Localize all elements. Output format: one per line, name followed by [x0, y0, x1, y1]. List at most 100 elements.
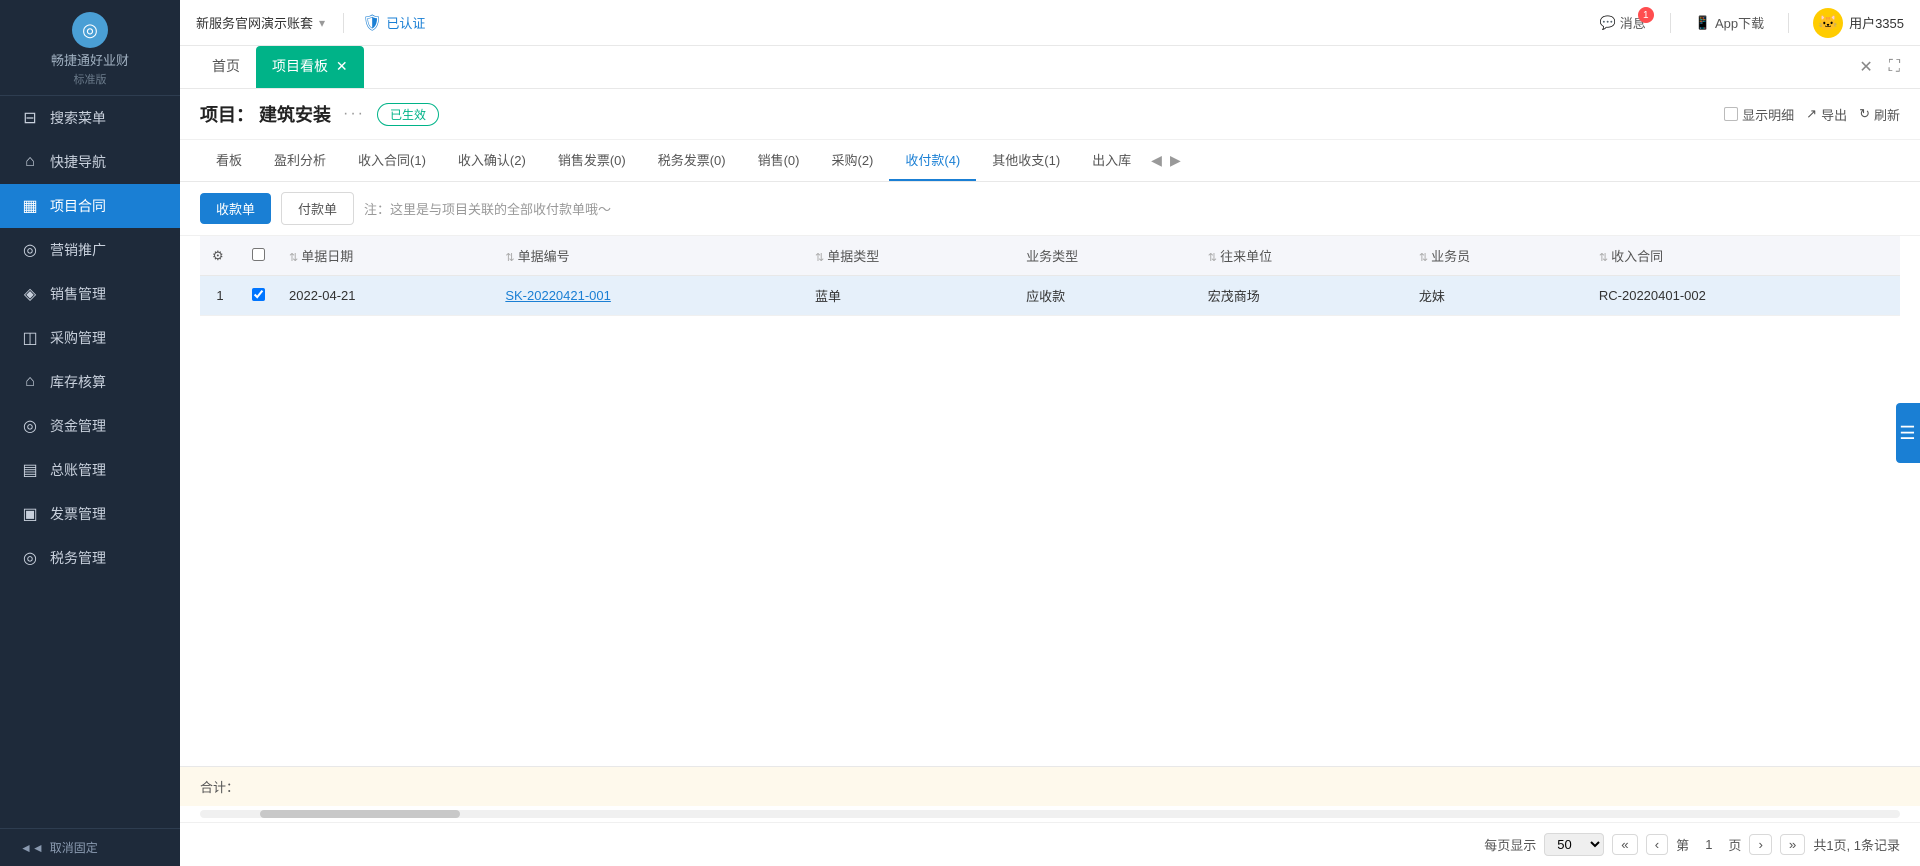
sub-nav-next-arrow[interactable]: ▶ — [1166, 144, 1185, 177]
certified-badge: 🛡 已认证 — [362, 13, 425, 33]
table-area: ⚙ 单据日期 单据编号 单据类型 业务类型 往来单位 业务员 收入合同 — [180, 236, 1920, 766]
sidebar-item-inventory[interactable]: ⌂ 库存核算 — [0, 360, 180, 404]
tab-close-icon[interactable]: ✕ — [336, 58, 348, 74]
sidebar-item-search[interactable]: ⊟ 搜索菜单 — [0, 96, 180, 140]
account-selector[interactable]: 新服务官网演示账套 ▾ — [196, 13, 325, 32]
sub-nav-other-receipt[interactable]: 其他收支(1) — [976, 140, 1076, 181]
pin-label: 取消固定 — [50, 839, 98, 856]
horizontal-scrollbar-thumb[interactable] — [260, 810, 460, 818]
receipt-bill-button[interactable]: 收款单 — [200, 193, 271, 224]
sub-nav-income-contract[interactable]: 收入合同(1) — [342, 140, 442, 181]
select-all-checkbox-header[interactable] — [240, 236, 277, 276]
sidebar-item-quick-nav[interactable]: ⌂ 快捷导航 — [0, 140, 180, 184]
toolbar-note: 注：这里是与项目关联的全部收付款单哦～ — [364, 199, 611, 218]
sidebar-item-purchase-mgmt[interactable]: ◫ 采购管理 — [0, 316, 180, 360]
sidebar-item-sales-mgmt[interactable]: ◈ 销售管理 — [0, 272, 180, 316]
partner-column-header[interactable]: 往来单位 — [1196, 236, 1407, 276]
sidebar-item-label: 采购管理 — [50, 328, 106, 348]
tab-home[interactable]: 首页 — [196, 46, 256, 88]
tab-close-window-button[interactable]: ✕ — [1855, 53, 1876, 81]
row-seq: 1 — [200, 276, 240, 316]
sub-nav-inout[interactable]: 出入库 — [1076, 140, 1147, 181]
sidebar-item-project-contract[interactable]: ▦ 项目合同 — [0, 184, 180, 228]
row-type: 蓝单 — [803, 276, 1014, 316]
horizontal-scrollbar-track[interactable] — [200, 810, 1900, 818]
search-icon: ⊟ — [20, 108, 40, 128]
type-column-header[interactable]: 单据类型 — [803, 236, 1014, 276]
row-number-link[interactable]: SK-20220421-001 — [505, 288, 611, 303]
app-download-button[interactable]: 📱 App下载 — [1695, 13, 1764, 32]
sidebar-item-capital[interactable]: ◎ 资金管理 — [0, 404, 180, 448]
topbar-divider-3 — [1788, 13, 1789, 33]
sidebar-item-ledger[interactable]: ▤ 总账管理 — [0, 448, 180, 492]
page-prefix-label: 第 — [1676, 835, 1689, 854]
sub-nav-receipt[interactable]: 收付款(4) — [889, 140, 976, 181]
phone-icon: 📱 — [1695, 15, 1711, 31]
sidebar-item-marketing[interactable]: ◎ 营销推广 — [0, 228, 180, 272]
first-page-button[interactable]: « — [1612, 834, 1637, 855]
sub-nav-prev-arrow[interactable]: ◀ — [1147, 144, 1166, 177]
page-size-select[interactable]: 50 100 200 — [1544, 833, 1604, 856]
capital-icon: ◎ — [20, 416, 40, 436]
page-content: 项目： 建筑安装 ··· 已生效 显示明细 ↗ 导出 ↻ 刷新 — [180, 89, 1920, 866]
sub-nav-tax-invoice[interactable]: 税务发票(0) — [642, 140, 742, 181]
sidebar-item-tax[interactable]: ◎ 税务管理 — [0, 536, 180, 580]
sidebar-item-invoice[interactable]: ▣ 发票管理 — [0, 492, 180, 536]
sidebar-item-label: 快捷导航 — [50, 152, 106, 172]
inventory-icon: ⌂ — [20, 373, 40, 391]
row-biz-type: 应收款 — [1014, 276, 1196, 316]
pagination: 每页显示 50 100 200 « ‹ 第 1 页 › » 共1页, 1条记录 — [180, 822, 1920, 866]
sidebar-item-label: 税务管理 — [50, 548, 106, 568]
tab-expand-button[interactable]: ⛶ — [1885, 54, 1904, 80]
row-checkbox-cell[interactable] — [240, 276, 277, 316]
message-button[interactable]: 💬 消息 1 — [1600, 13, 1646, 32]
topbar-divider-2 — [1670, 13, 1671, 33]
contract-icon: ▦ — [20, 196, 40, 216]
payment-bill-button[interactable]: 付款单 — [281, 192, 354, 225]
show-detail-checkbox[interactable] — [1724, 107, 1738, 121]
settings-column-header[interactable]: ⚙ — [200, 236, 240, 276]
export-button[interactable]: ↗ 导出 — [1806, 105, 1847, 124]
sidebar: ◎ 畅捷通好业财 标准版 ⊟ 搜索菜单 ⌂ 快捷导航 ▦ 项目合同 ◎ 营销推广… — [0, 0, 180, 866]
user-menu[interactable]: 🐱 用户3355 — [1813, 8, 1904, 38]
row-number[interactable]: SK-20220421-001 — [493, 276, 803, 316]
sidebar-item-label: 总账管理 — [50, 460, 106, 480]
row-partner: 宏茂商场 — [1196, 276, 1407, 316]
income-contract-column-header[interactable]: 收入合同 — [1587, 236, 1900, 276]
chevron-down-icon: ▾ — [319, 16, 325, 30]
sidebar-pin-button[interactable]: ◄◄ 取消固定 — [0, 828, 180, 866]
page-suffix-label: 页 — [1728, 835, 1741, 854]
topbar-right: 💬 消息 1 📱 App下载 🐱 用户3355 — [1600, 8, 1904, 38]
tabbar-right-controls: ✕ ⛶ — [1855, 53, 1904, 81]
side-panel-button[interactable]: ☰ — [1896, 403, 1920, 463]
tab-project-board[interactable]: 项目看板 ✕ — [256, 46, 364, 88]
project-name: 建筑安装 — [259, 105, 331, 125]
sub-nav-income-confirm[interactable]: 收入确认(2) — [442, 140, 542, 181]
project-status-badge: 已生效 — [377, 103, 439, 126]
last-page-button[interactable]: » — [1780, 834, 1805, 855]
sub-nav-sales[interactable]: 销售(0) — [742, 140, 816, 181]
number-column-header[interactable]: 单据编号 — [493, 236, 803, 276]
sub-nav-profit[interactable]: 盈利分析 — [258, 140, 342, 181]
sub-nav-purchase[interactable]: 采购(2) — [815, 140, 889, 181]
refresh-button[interactable]: ↻ 刷新 — [1859, 105, 1900, 124]
toolbar: 收款单 付款单 注：这里是与项目关联的全部收付款单哦～ — [180, 182, 1920, 236]
tax-icon: ◎ — [20, 548, 40, 568]
salesman-column-header[interactable]: 业务员 — [1407, 236, 1587, 276]
sub-nav-sales-invoice[interactable]: 销售发票(0) — [542, 140, 642, 181]
show-detail-toggle[interactable]: 显示明细 — [1724, 105, 1794, 124]
ledger-icon: ▤ — [20, 460, 40, 480]
sub-nav-board[interactable]: 看板 — [200, 140, 258, 181]
prev-page-button[interactable]: ‹ — [1646, 834, 1668, 855]
app-logo-icon: ◎ — [72, 12, 108, 48]
tab-project-board-label: 项目看板 — [272, 58, 328, 74]
row-date: 2022-04-21 — [277, 276, 493, 316]
project-more-icon[interactable]: ··· — [343, 105, 365, 123]
user-avatar: 🐱 — [1813, 8, 1843, 38]
total-label: 合计： — [200, 777, 239, 796]
row-checkbox[interactable] — [252, 288, 265, 301]
date-column-header[interactable]: 单据日期 — [277, 236, 493, 276]
select-all-checkbox[interactable] — [252, 248, 265, 261]
next-page-button[interactable]: › — [1749, 834, 1771, 855]
project-header: 项目： 建筑安装 ··· 已生效 显示明细 ↗ 导出 ↻ 刷新 — [180, 89, 1920, 140]
